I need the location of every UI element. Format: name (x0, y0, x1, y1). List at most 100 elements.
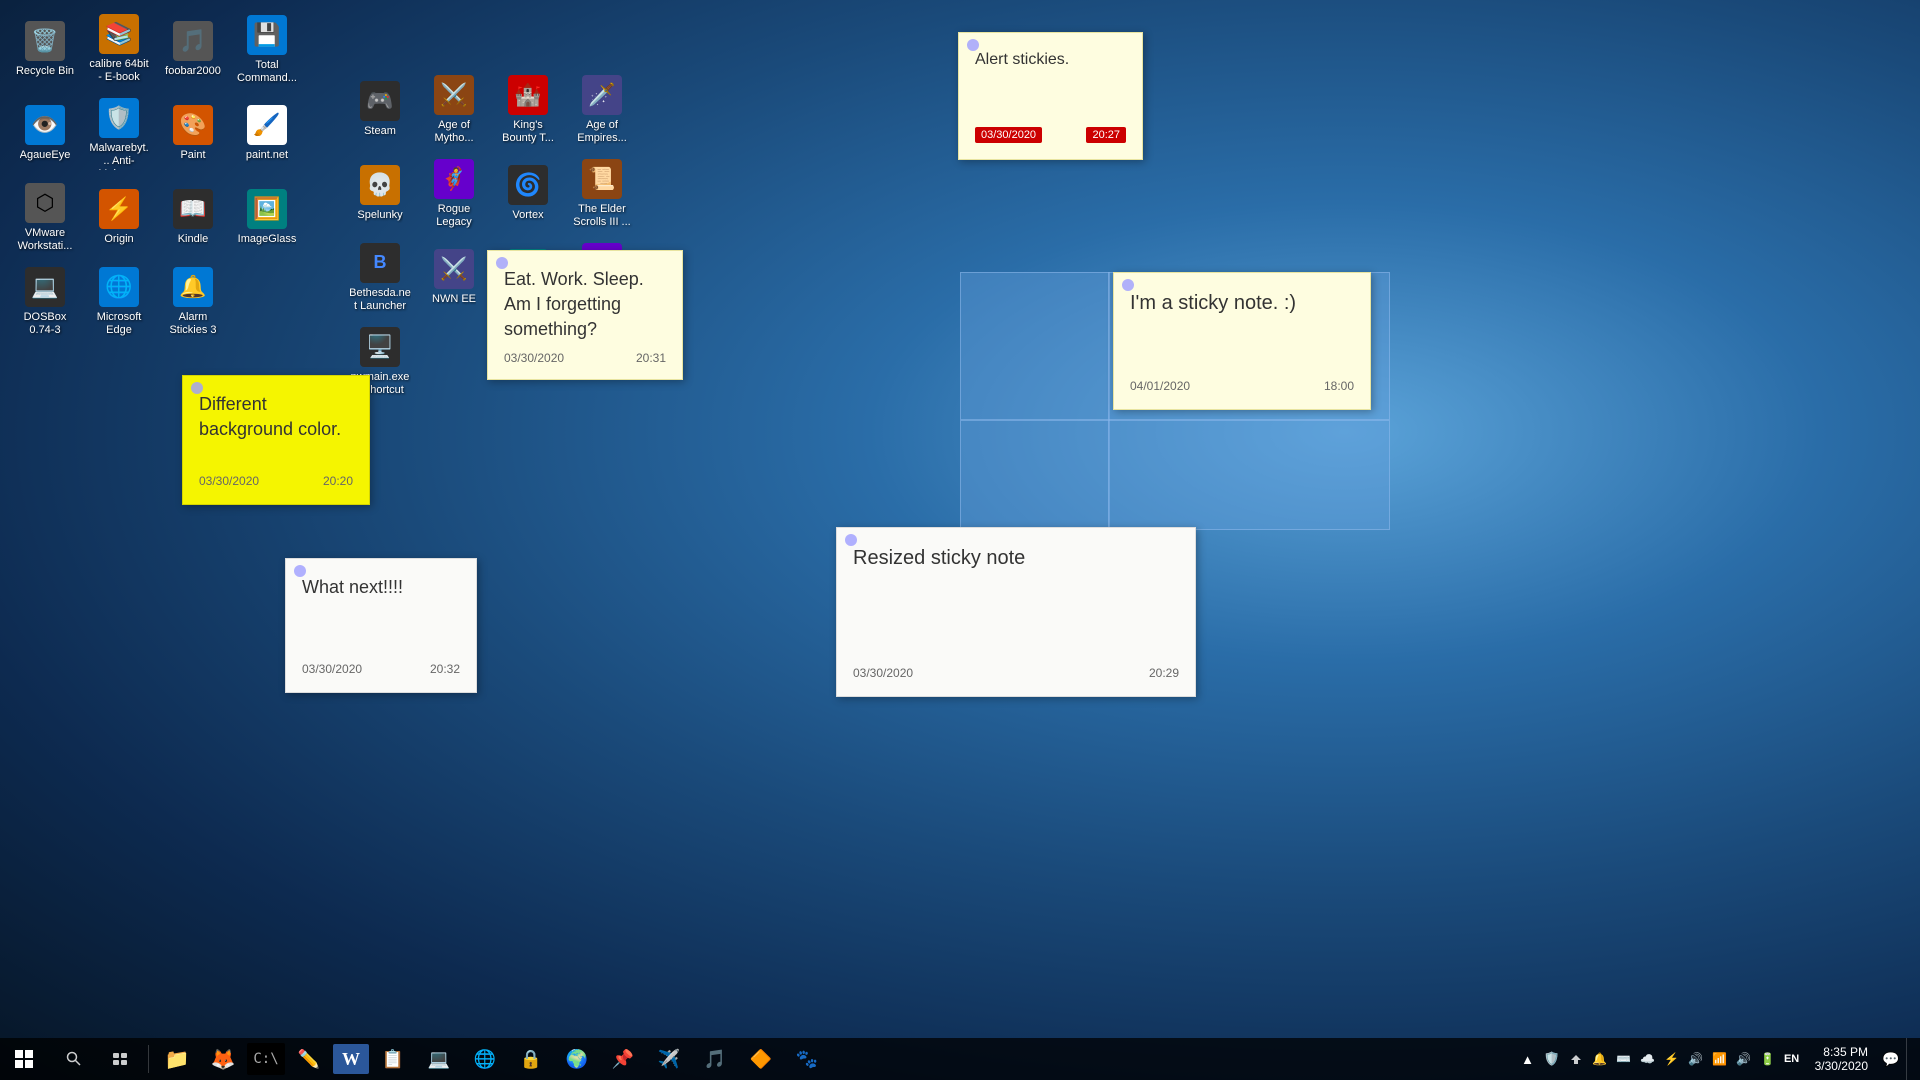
icon-steam[interactable]: 🎮 Steam (345, 70, 415, 150)
taskbar: 📁 🦊 C:\ ✏️ W 📋 💻 🌐 🔒 🌍 📌 ✈️ 🎵 🔶 🐾 (0, 1038, 1920, 1080)
icon-age-mythology[interactable]: ⚔️ Age of Mytho... (419, 70, 489, 150)
icon-nwn-ee[interactable]: ⚔️ NWN EE (419, 238, 489, 318)
sticky-pin-whatnext (294, 565, 306, 577)
taskbar-file-explorer[interactable]: 📁 (155, 1038, 199, 1080)
sticky-date-yellow: 03/30/2020 (199, 474, 259, 488)
tray-antivirus[interactable]: 🛡️ (1541, 1048, 1563, 1070)
sticky-footer-eat: 03/30/2020 20:31 (504, 351, 666, 365)
taskbar-firefox[interactable]: 🦊 (201, 1038, 245, 1080)
icon-vortex[interactable]: 🌀 Vortex (493, 154, 563, 234)
taskbar-music[interactable]: 🎵 (693, 1038, 737, 1080)
taskbar-pin[interactable]: 📌 (601, 1038, 645, 1080)
sticky-footer-whatnext: 03/30/2020 20:32 (302, 662, 460, 676)
sticky-date-eat: 03/30/2020 (504, 351, 564, 365)
sticky-content-im: I'm a sticky note. :) (1130, 289, 1354, 371)
tray-icon2[interactable]: ⌨️ (1613, 1048, 1635, 1070)
sticky-time-badge-alert: 20:27 (1086, 127, 1126, 143)
sticky-note-yellow[interactable]: Different background color. 03/30/2020 2… (182, 375, 370, 505)
taskbar-icons: 📁 🦊 C:\ ✏️ W 📋 💻 🌐 🔒 🌍 📌 ✈️ 🎵 🔶 🐾 (48, 1038, 833, 1080)
desktop-icons-left: 🗑️ Recycle Bin 📚 calibre 64bit - E-book … (0, 0, 312, 352)
taskbar-vlc[interactable]: 🔶 (739, 1038, 783, 1080)
icon-malwarebytes[interactable]: 🛡️ Malwarebyt... Anti-Malware (84, 94, 154, 174)
sticky-footer-resized: 03/30/2020 20:29 (853, 666, 1179, 680)
taskbar-tray: ▲ 🛡️ 🔔 ⌨️ ☁️ ⚡ 🔊 📶 🔊 🔋 EN 8:35 PM 3/30/2… (1509, 1038, 1920, 1080)
icon-age-empires[interactable]: 🗡️ Age of Empires... (567, 70, 637, 150)
sticky-date-whatnext: 03/30/2020 (302, 662, 362, 676)
icon-recycle-bin[interactable]: 🗑️ Recycle Bin (10, 10, 80, 90)
sticky-content-yellow: Different background color. (199, 392, 353, 466)
sticky-time-eat: 20:31 (636, 351, 666, 365)
taskbar-shield[interactable]: 🔒 (509, 1038, 553, 1080)
tray-up-arrow[interactable]: ▲ (1517, 1048, 1539, 1070)
sticky-footer-yellow: 03/30/2020 20:20 (199, 474, 353, 488)
sticky-date-resized: 03/30/2020 (853, 666, 913, 680)
icon-imageglass[interactable]: 🖼️ ImageGlass (232, 178, 302, 258)
icon-empty (232, 262, 302, 342)
taskbar-telegram[interactable]: ✈️ (647, 1038, 691, 1080)
icon-agaueeye[interactable]: 👁️ AgaueEye (10, 94, 80, 174)
sticky-note-resized[interactable]: Resized sticky note 03/30/2020 20:29 (836, 527, 1196, 697)
icon-elder-scrolls[interactable]: 📜 The Elder Scrolls III ... (567, 154, 637, 234)
taskbar-icon-folder2[interactable]: 📋 (371, 1038, 415, 1080)
sticky-time-yellow: 20:20 (323, 474, 353, 488)
icon-dosbox[interactable]: 💻 DOSBox 0.74-3 (10, 262, 80, 342)
sticky-pin-eat (496, 257, 508, 269)
tray-icon4[interactable]: 🔊 (1685, 1048, 1707, 1070)
sticky-content-alert: Alert stickies. (975, 49, 1126, 123)
tray-battery[interactable]: 🔋 (1757, 1048, 1779, 1070)
sticky-note-eat-work[interactable]: Eat. Work. Sleep. Am I forgetting someth… (487, 250, 683, 380)
taskbar-task-view[interactable] (98, 1038, 142, 1080)
start-button[interactable] (0, 1038, 48, 1080)
taskbar-icon-pen[interactable]: ✏️ (287, 1038, 331, 1080)
tray-icon3[interactable]: ⚡ (1661, 1048, 1683, 1070)
icon-kindle[interactable]: 📖 Kindle (158, 178, 228, 258)
tray-network[interactable] (1565, 1048, 1587, 1070)
sticky-date-im: 04/01/2020 (1130, 379, 1190, 393)
icon-origin[interactable]: ⚡ Origin (84, 178, 154, 258)
blue-panel-bottomleft (960, 420, 1110, 530)
icon-edge[interactable]: 🌐 Microsoft Edge (84, 262, 154, 342)
sticky-date-badge-alert: 03/30/2020 (975, 127, 1042, 143)
sticky-pin-resized (845, 534, 857, 546)
icon-vmware[interactable]: ⬡ VMware Workstati... (10, 178, 80, 258)
sticky-time-im: 18:00 (1324, 379, 1354, 393)
sticky-note-what-next[interactable]: What next!!!! 03/30/2020 20:32 (285, 558, 477, 693)
sticky-content-resized: Resized sticky note (853, 544, 1179, 658)
taskbar-stickies[interactable]: 🐾 (785, 1038, 829, 1080)
icon-rogue-legacy[interactable]: 🦸 Rogue Legacy (419, 154, 489, 234)
taskbar-sep-1 (148, 1045, 149, 1073)
icon-paint[interactable]: 🎨 Paint (158, 94, 228, 174)
taskbar-browser[interactable]: 🌐 (463, 1038, 507, 1080)
tray-onedrive[interactable]: ☁️ (1637, 1048, 1659, 1070)
icon-bethesda[interactable]: B Bethesda.net Launcher (345, 238, 415, 318)
icon-calibre[interactable]: 📚 calibre 64bit - E-book ma... (84, 10, 154, 90)
sticky-content-eat: Eat. Work. Sleep. Am I forgetting someth… (504, 267, 666, 343)
clock-time: 8:35 PM (1823, 1045, 1868, 1059)
icon-spelunky[interactable]: 💀 Spelunky (345, 154, 415, 234)
taskbar-word[interactable]: W (333, 1044, 369, 1074)
sticky-pin-im (1122, 279, 1134, 291)
sticky-footer-alert: 03/30/2020 20:27 (975, 127, 1126, 143)
tray-icon1[interactable]: 🔔 (1589, 1048, 1611, 1070)
taskbar-browser2[interactable]: 🌍 (555, 1038, 599, 1080)
icon-alarm-stickies[interactable]: 🔔 Alarm Stickies 3 (158, 262, 228, 342)
tray-icon5[interactable]: 📶 (1709, 1048, 1731, 1070)
taskbar-computer[interactable]: 💻 (417, 1038, 461, 1080)
blue-panel-bottomright (1108, 420, 1390, 530)
taskbar-terminal[interactable]: C:\ (247, 1043, 285, 1075)
icon-paint-net[interactable]: 🖌️ paint.net (232, 94, 302, 174)
taskbar-search[interactable] (52, 1038, 96, 1080)
taskbar-clock[interactable]: 8:35 PM 3/30/2020 (1807, 1038, 1876, 1080)
icon-total-commander[interactable]: 💾 Total Command... (232, 10, 302, 90)
sticky-note-im[interactable]: I'm a sticky note. :) 04/01/2020 18:00 (1113, 272, 1371, 410)
tray-volume[interactable]: 🔊 (1733, 1048, 1755, 1070)
sticky-time-whatnext: 20:32 (430, 662, 460, 676)
icon-foobar[interactable]: 🎵 foobar2000 (158, 10, 228, 90)
tray-keyboard-layout[interactable]: EN (1781, 1048, 1803, 1070)
tray-icons: ▲ 🛡️ 🔔 ⌨️ ☁️ ⚡ 🔊 📶 🔊 🔋 EN (1517, 1048, 1803, 1070)
blue-panel-topleft (960, 272, 1110, 420)
icon-kings-bounty[interactable]: 🏰 King's Bounty T... (493, 70, 563, 150)
action-center[interactable]: 💬 (1880, 1048, 1902, 1070)
show-desktop[interactable] (1906, 1038, 1912, 1080)
sticky-note-alert[interactable]: Alert stickies. 03/30/2020 20:27 (958, 32, 1143, 160)
